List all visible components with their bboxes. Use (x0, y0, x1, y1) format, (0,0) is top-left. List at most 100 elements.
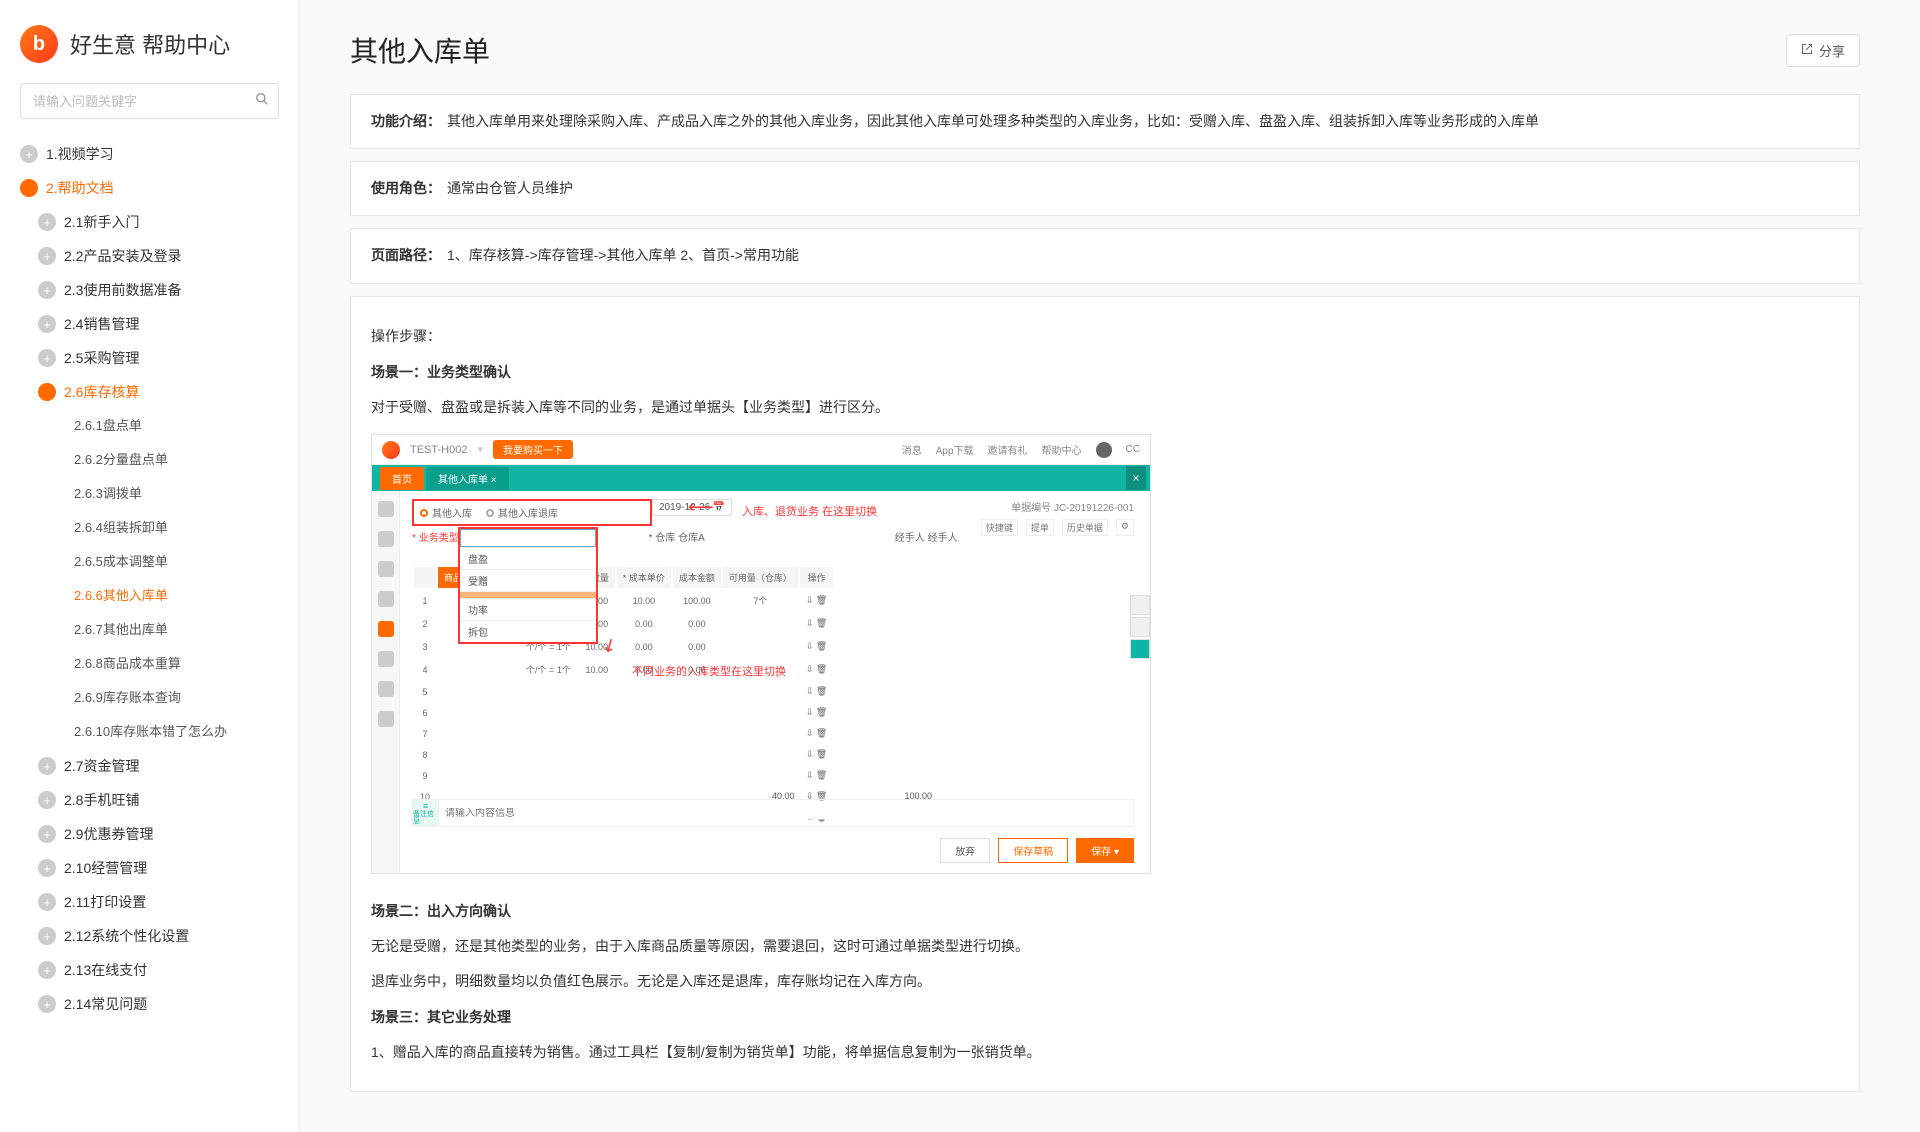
dd-option[interactable]: 功率 (460, 598, 596, 620)
body-block: 操作步骤： 场景一：业务类型确认 对于受赠、盘盈或是拆装入库等不同的业务，是通过… (350, 296, 1860, 1093)
radio-other-in[interactable]: 其他入库 (432, 505, 472, 520)
mini-side-icon[interactable] (378, 621, 394, 637)
nav-2-8[interactable]: +2.8手机旺铺 (20, 783, 279, 817)
mini-side-icon[interactable] (378, 531, 394, 547)
nav-2-3[interactable]: +2.3使用前数据准备 (20, 273, 279, 307)
shot-tabbar: 首页 其他入库单 × (372, 465, 1150, 491)
nav-2-5[interactable]: +2.5采购管理 (20, 341, 279, 375)
search-input[interactable] (20, 83, 279, 119)
save-button[interactable]: 保存 ▾ (1076, 838, 1134, 863)
path-box: 页面路径：1、库存核算->库存管理->其他入库单 2、首页->常用功能 (350, 228, 1860, 283)
radio-other-return[interactable]: 其他入库退库 (498, 505, 558, 520)
table-row[interactable]: 5⇩ 🗑 (414, 682, 833, 701)
role-box: 使用角色：通常由仓管人员维护 (350, 161, 1860, 216)
dd-option[interactable]: 受赠 (460, 569, 596, 591)
biz-type-dropdown[interactable]: 盘盈 受赠 功率 拆包 (458, 527, 598, 644)
nav-2-9[interactable]: +2.9优惠券管理 (20, 817, 279, 851)
search-wrap (20, 83, 279, 119)
nav-2-6-1[interactable]: 2.6.1盘点单 (20, 409, 279, 443)
table-row[interactable]: 8⇩ 🗑 (414, 745, 833, 764)
shot-mini-sidebar (372, 491, 400, 873)
mini-side-icon[interactable] (378, 711, 394, 727)
biz-type-label: * 业务类型 (412, 529, 459, 544)
shot-buy-button[interactable]: 我要购买一下 (493, 440, 573, 459)
nav-2-6-4[interactable]: 2.6.4组装拆卸单 (20, 511, 279, 545)
table-row[interactable]: 6⇩ 🗑 (414, 703, 833, 722)
side-tool-icon[interactable] (1130, 595, 1150, 615)
nav-2-11[interactable]: +2.11打印设置 (20, 885, 279, 919)
gear-icon[interactable]: ⚙ (1116, 519, 1134, 536)
nav-2-6[interactable]: –2.6库存核算 (20, 375, 279, 409)
mini-side-icon[interactable] (378, 681, 394, 697)
sidebar: b 好生意 帮助中心 +1.视频学习 –2.帮助文档 +2.1新手入门 +2.2… (0, 0, 300, 1132)
side-tool-icon[interactable] (1130, 639, 1150, 659)
scene2-p2: 退库业务中，明细数量均以负值红色展示。无论是入库还是退库，库存账均记在入库方向。 (371, 968, 1839, 995)
table-row[interactable]: 7⇩ 🗑 (414, 724, 833, 743)
table-row[interactable]: 9⇩ 🗑 (414, 766, 833, 785)
nav-2-14[interactable]: +2.14常见问题 (20, 987, 279, 1021)
memo-icon: ≡备注信息 (413, 800, 439, 826)
steps-label: 操作步骤： (371, 323, 1839, 350)
mini-side-icon[interactable] (378, 651, 394, 667)
nav-2-6-10[interactable]: 2.6.10库存账本错了怎么办 (20, 715, 279, 749)
tool-history[interactable]: 历史单据 (1062, 519, 1108, 536)
nav-2-6-2[interactable]: 2.6.2分量盘点单 (20, 443, 279, 477)
nav-2-1[interactable]: +2.1新手入门 (20, 205, 279, 239)
radio-icon[interactable] (420, 509, 428, 517)
shot-tools: 快捷键 提单 历史单据 ⚙ (981, 519, 1134, 536)
warehouse-field[interactable]: * 仓库 仓库A (649, 529, 705, 544)
shot-link-help[interactable]: 帮助中心 (1042, 442, 1082, 457)
tool-submit[interactable]: 提单 (1026, 519, 1054, 536)
shot-type-radio-group: 其他入库 其他入库退库 (412, 499, 652, 526)
nav-2-6-6[interactable]: 2.6.6其他入库单 (20, 579, 279, 613)
mini-side-icon[interactable] (378, 501, 394, 517)
nav-2-6-5[interactable]: 2.6.5成本调整单 (20, 545, 279, 579)
nav-2-10[interactable]: +2.10经营管理 (20, 851, 279, 885)
cancel-button[interactable]: 放弃 (940, 838, 990, 863)
logo-icon: b (20, 25, 58, 63)
side-tool-icon[interactable] (1130, 617, 1150, 637)
scene3-title: 场景三：其它业务处理 (371, 1004, 1839, 1031)
scene2-title: 场景二：出入方向确认 (371, 898, 1839, 925)
memo-input[interactable] (439, 808, 1133, 819)
shot-link-app[interactable]: App下载 (936, 442, 974, 457)
shot-link-invite[interactable]: 邀请有礼 (988, 442, 1028, 457)
tool-shortcut[interactable]: 快捷键 (981, 519, 1018, 536)
nav-2-6-3[interactable]: 2.6.3调拨单 (20, 477, 279, 511)
shot-top-right: 消息 App下载 邀请有礼 帮助中心 CC (902, 442, 1140, 458)
draft-button[interactable]: 保存草稿 (998, 838, 1068, 863)
nav-2-13[interactable]: +2.13在线支付 (20, 953, 279, 987)
nav-2-6-9[interactable]: 2.6.9库存账本查询 (20, 681, 279, 715)
nav-2-2[interactable]: +2.2产品安装及登录 (20, 239, 279, 273)
brand-row: b 好生意 帮助中心 (20, 25, 279, 63)
shot-buttons: 放弃 保存草稿 保存 ▾ (940, 838, 1134, 863)
nav-2-4[interactable]: +2.4销售管理 (20, 307, 279, 341)
nav-2-12[interactable]: +2.12系统个性化设置 (20, 919, 279, 953)
nav-video[interactable]: +1.视频学习 (20, 137, 279, 171)
shot-link-msg[interactable]: 消息 (902, 442, 922, 457)
shot-side-tools (1130, 595, 1150, 659)
table-row[interactable]: 4个/个 = 1个10.000.000.00⇩ 🗑 (414, 659, 833, 680)
nav-tree: +1.视频学习 –2.帮助文档 +2.1新手入门 +2.2产品安装及登录 +2.… (20, 137, 279, 1021)
mini-side-icon[interactable] (378, 591, 394, 607)
shot-tab-doc[interactable]: 其他入库单 × (426, 467, 509, 490)
shot-topbar: TEST-H002 ▾ 我要购买一下 消息 App下载 邀请有礼 帮助中心 CC (372, 435, 1150, 465)
dd-option[interactable] (460, 591, 596, 598)
avatar-icon[interactable] (1096, 442, 1112, 458)
nav-2-6-7[interactable]: 2.6.7其他出库单 (20, 613, 279, 647)
scene1-p1: 对于受赠、盘盈或是拆装入库等不同的业务，是通过单据头【业务类型】进行区分。 (371, 394, 1839, 421)
shot-tab-home[interactable]: 首页 (380, 467, 424, 490)
nav-2-6-8[interactable]: 2.6.8商品成本重算 (20, 647, 279, 681)
mini-side-icon[interactable] (378, 561, 394, 577)
dd-option[interactable]: 拆包 (460, 620, 596, 642)
close-icon[interactable]: × (1126, 466, 1146, 490)
search-icon[interactable] (255, 92, 269, 110)
radio-icon[interactable] (486, 509, 494, 517)
clerk-field[interactable]: 经手人 经手人 (895, 529, 958, 544)
nav-docs[interactable]: –2.帮助文档 (20, 171, 279, 205)
share-button[interactable]: 分享 (1786, 34, 1860, 67)
brand-text: 好生意 帮助中心 (70, 28, 230, 60)
nav-2-7[interactable]: +2.7资金管理 (20, 749, 279, 783)
shot-memo: ≡备注信息 (412, 799, 1134, 827)
dd-option[interactable]: 盘盈 (460, 547, 596, 569)
